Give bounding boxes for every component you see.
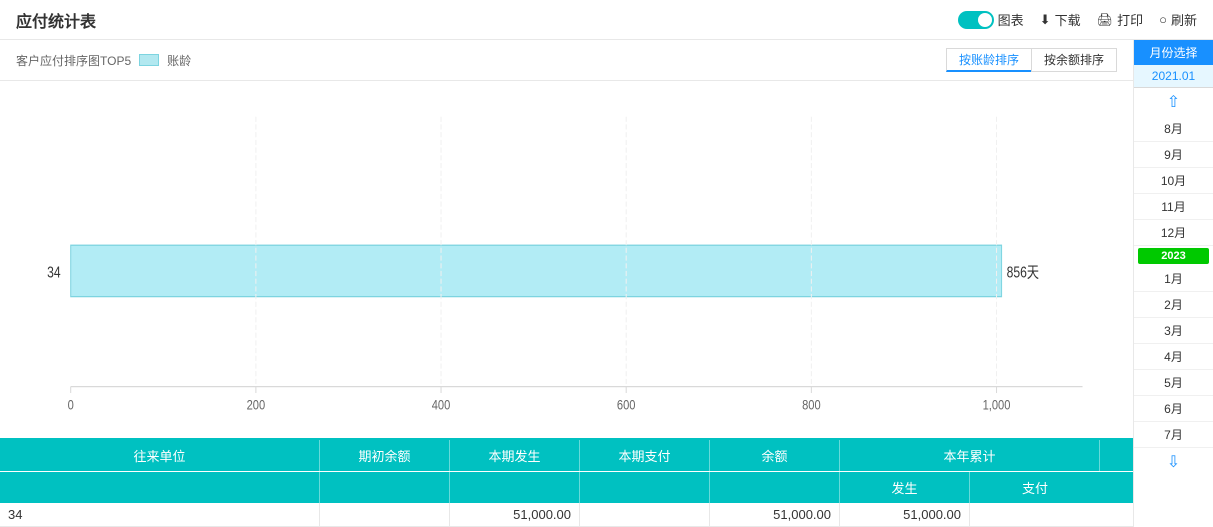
th-leji-zhi: 支付	[970, 472, 1100, 503]
sort-by-amount-button[interactable]: 按余额排序	[1031, 48, 1117, 72]
svg-text:856天: 856天	[1007, 263, 1039, 281]
svg-text:0: 0	[68, 396, 74, 413]
svg-text:800: 800	[802, 396, 821, 413]
th-yue-sub	[710, 472, 840, 503]
td-danwei: 34	[0, 503, 320, 526]
table-row: 34 51,000.00 51,000.00 51,000.00	[0, 503, 1133, 527]
th-benzhi: 本期支付	[580, 440, 710, 471]
sidebar-month-2[interactable]: 2月	[1134, 292, 1213, 318]
danwei-link[interactable]: 34	[8, 507, 22, 522]
th-benfasheng: 本期发生	[450, 440, 580, 471]
refresh-button[interactable]: ○ 刷新	[1159, 10, 1197, 29]
sidebar-month-10[interactable]: 10月	[1134, 168, 1213, 194]
sidebar-month-6[interactable]: 6月	[1134, 396, 1213, 422]
sidebar-month-9[interactable]: 9月	[1134, 142, 1213, 168]
svg-text:600: 600	[617, 396, 636, 413]
th-benzhi-sub	[580, 472, 710, 503]
sidebar-month-12[interactable]: 12月	[1134, 220, 1213, 246]
toggle-label: 图表	[998, 10, 1024, 29]
td-leji-zhi	[970, 503, 1100, 526]
chart-canvas: 34 856天 0 200 400 600 800	[0, 81, 1133, 438]
page-title: 应付统计表	[16, 8, 96, 32]
th-yue: 余额	[710, 440, 840, 471]
print-button[interactable]: 🖨 打印	[1097, 10, 1144, 29]
sort-by-balance-button[interactable]: 按账龄排序	[946, 48, 1031, 72]
svg-text:400: 400	[432, 396, 451, 413]
svg-text:1,000: 1,000	[983, 396, 1011, 413]
sidebar-down-button[interactable]: ⇩	[1134, 448, 1213, 476]
chart-toggle-wrap: 图表	[958, 10, 1024, 29]
th-danwei-sub	[0, 472, 320, 503]
sidebar-year-label: 2023	[1138, 248, 1209, 264]
refresh-icon: ○	[1159, 12, 1167, 27]
sidebar-month-8[interactable]: 8月	[1134, 116, 1213, 142]
legend-color-box	[139, 54, 159, 66]
download-button[interactable]: ⬇ 下载	[1040, 10, 1081, 29]
th-leji-fa: 发生	[840, 472, 970, 503]
th-danwei: 往来单位	[0, 440, 320, 471]
sidebar-month-3[interactable]: 3月	[1134, 318, 1213, 344]
data-table: 往来单位 期初余额 本期发生 本期支付 余额 本年累计 发生 支付	[0, 438, 1133, 527]
th-leji: 本年累计	[840, 440, 1100, 471]
svg-text:200: 200	[247, 396, 266, 413]
print-icon: 🖨	[1097, 12, 1114, 28]
td-benfasheng: 51,000.00	[450, 503, 580, 526]
td-yue: 51,000.00	[710, 503, 840, 526]
svg-text:34: 34	[47, 263, 61, 281]
sidebar-month-1[interactable]: 1月	[1134, 266, 1213, 292]
th-benfasheng-sub	[450, 472, 580, 503]
chart-toggle[interactable]	[958, 11, 994, 29]
sidebar-up-button[interactable]: ⇧	[1134, 88, 1213, 116]
chart-legend: 客户应付排序图TOP5 账龄	[16, 52, 191, 69]
sidebar-month-4[interactable]: 4月	[1134, 344, 1213, 370]
bar-chart: 34 856天 0 200 400 600 800	[10, 91, 1123, 438]
td-leji-fa: 51,000.00	[840, 503, 970, 526]
sidebar-title: 月份选择	[1134, 40, 1213, 65]
sidebar-current-month[interactable]: 2021.01	[1134, 65, 1213, 88]
chart-sort-buttons: 按账龄排序 按余额排序	[946, 48, 1117, 72]
download-icon: ⬇	[1040, 12, 1051, 28]
sidebar-month-11[interactable]: 11月	[1134, 194, 1213, 220]
month-sidebar: 月份选择 2021.01 ⇧ 8月 9月 10月 11月 12月 2023 1月…	[1133, 40, 1213, 527]
td-benzhi	[580, 503, 710, 526]
td-qichu	[320, 503, 450, 526]
th-qichu: 期初余额	[320, 440, 450, 471]
sidebar-month-7[interactable]: 7月	[1134, 422, 1213, 448]
th-qichu-sub	[320, 472, 450, 503]
sidebar-month-5[interactable]: 5月	[1134, 370, 1213, 396]
